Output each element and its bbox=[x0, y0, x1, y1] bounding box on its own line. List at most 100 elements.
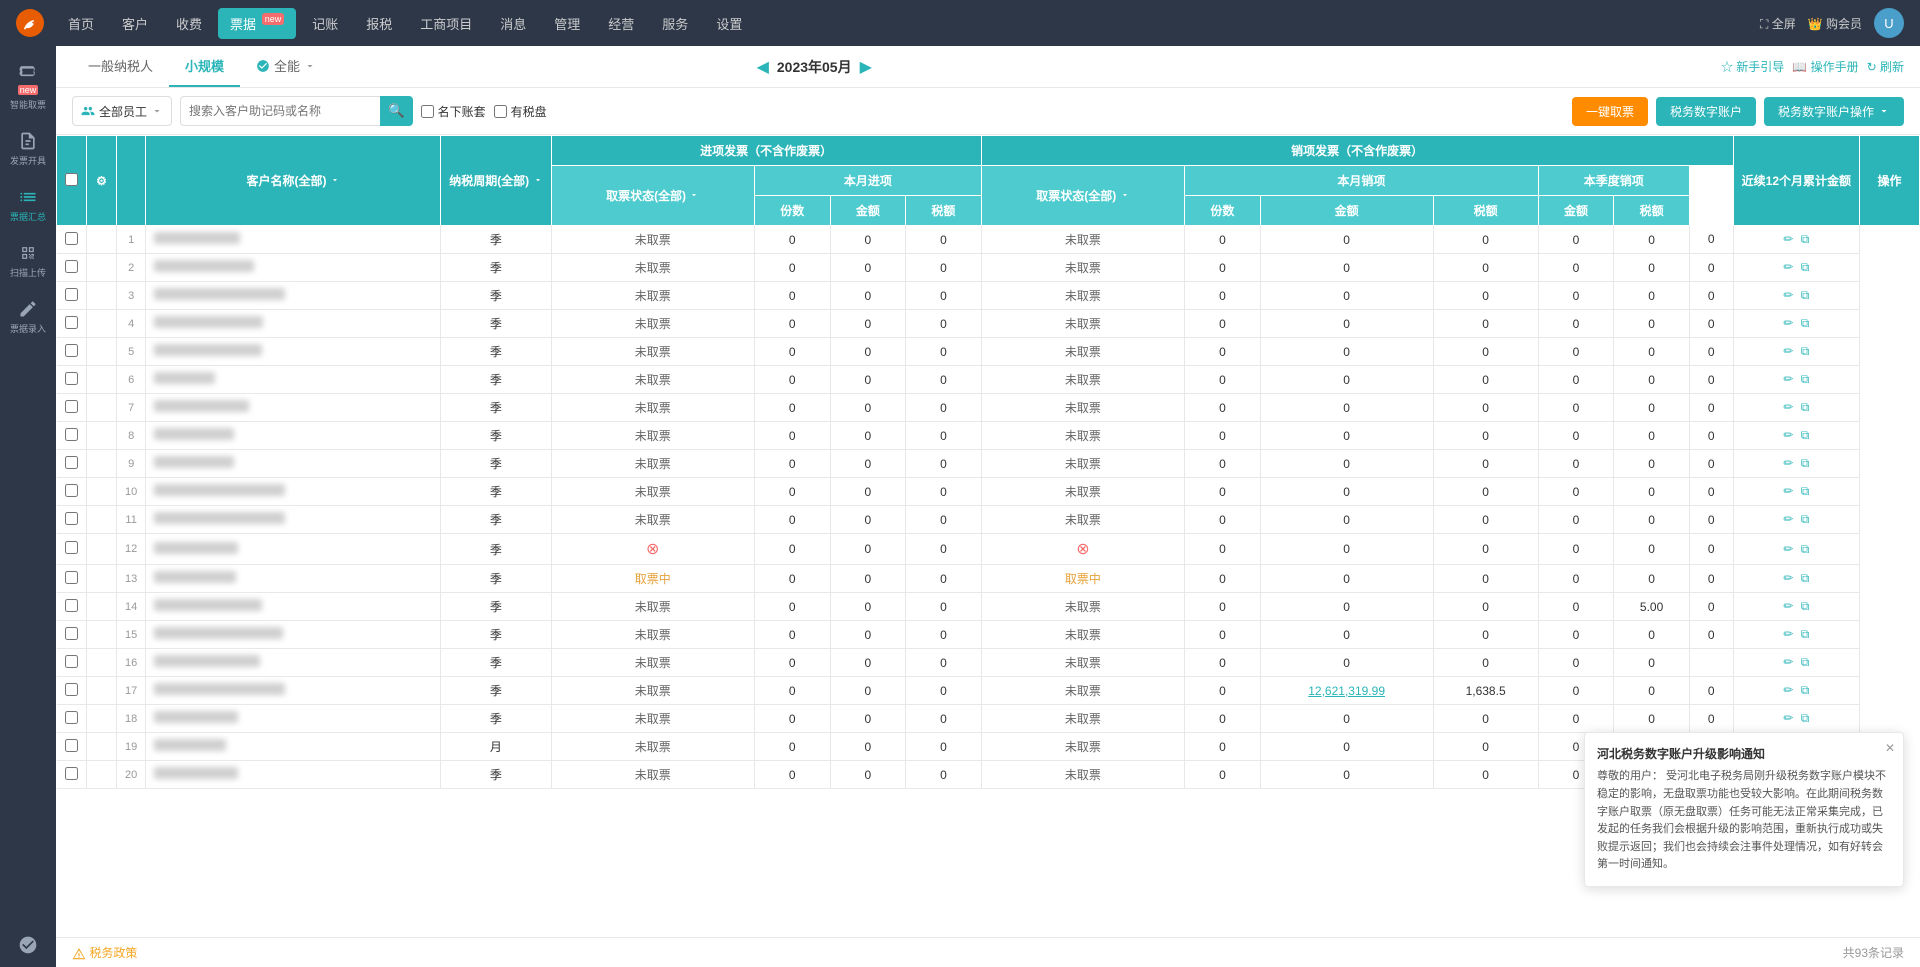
row-checkbox-cell[interactable] bbox=[57, 534, 87, 565]
copy-icon[interactable]: ⧉ bbox=[1801, 232, 1810, 246]
edit-icon[interactable]: ✏ bbox=[1783, 711, 1793, 725]
row-out-amount[interactable]: 12,621,319.99 bbox=[1260, 677, 1433, 705]
tax-digital-operations-btn[interactable]: 税务数字账户操作 bbox=[1764, 97, 1904, 126]
copy-icon[interactable]: ⧉ bbox=[1801, 711, 1810, 725]
row-name[interactable] bbox=[146, 761, 441, 789]
nav-item-service[interactable]: 服务 bbox=[650, 8, 700, 39]
new-guide-btn[interactable]: ☆ 新手引导 bbox=[1721, 58, 1784, 75]
row-name[interactable] bbox=[146, 310, 441, 338]
nav-item-fee[interactable]: 收费 bbox=[164, 8, 214, 39]
edit-icon[interactable]: ✏ bbox=[1783, 512, 1793, 526]
sidebar-item-summary[interactable]: 票据汇总 bbox=[0, 179, 56, 231]
row-name[interactable] bbox=[146, 422, 441, 450]
manual-btn[interactable]: 📖 操作手册 bbox=[1792, 58, 1858, 75]
edit-icon[interactable]: ✏ bbox=[1783, 288, 1793, 302]
row-name[interactable] bbox=[146, 621, 441, 649]
prev-period-btn[interactable]: ◀ bbox=[757, 57, 769, 77]
subledger-checkbox[interactable] bbox=[421, 105, 434, 118]
subledger-filter[interactable]: 名下账套 bbox=[421, 103, 486, 120]
notification-close-btn[interactable]: ✕ bbox=[1885, 741, 1895, 755]
edit-icon[interactable]: ✏ bbox=[1783, 232, 1793, 246]
nav-item-manage[interactable]: 管理 bbox=[542, 8, 592, 39]
nav-item-business[interactable]: 工商项目 bbox=[408, 8, 484, 39]
edit-icon[interactable]: ✏ bbox=[1783, 316, 1793, 330]
th-tax-period[interactable]: 纳税周期(全部) bbox=[441, 136, 551, 226]
row-checkbox-cell[interactable] bbox=[57, 338, 87, 366]
row-checkbox-cell[interactable] bbox=[57, 450, 87, 478]
th-in-status[interactable]: 取票状态(全部) bbox=[551, 166, 754, 226]
th-name[interactable]: 客户名称(全部) bbox=[146, 136, 441, 226]
sidebar-item-invoice-open[interactable]: 发票开具 bbox=[0, 123, 56, 175]
copy-icon[interactable]: ⧉ bbox=[1801, 627, 1810, 641]
taxdisk-filter[interactable]: 有税盘 bbox=[494, 103, 547, 120]
row-name[interactable] bbox=[146, 534, 441, 565]
one-click-ticket-btn[interactable]: 一键取票 bbox=[1572, 97, 1648, 126]
edit-icon[interactable]: ✏ bbox=[1783, 344, 1793, 358]
tax-digital-account-btn[interactable]: 税务数字账户 bbox=[1656, 97, 1756, 126]
row-name[interactable] bbox=[146, 366, 441, 394]
row-name[interactable] bbox=[146, 226, 441, 254]
row-name[interactable] bbox=[146, 338, 441, 366]
next-period-btn[interactable]: ▶ bbox=[860, 57, 872, 77]
row-checkbox-cell[interactable] bbox=[57, 705, 87, 733]
row-checkbox-cell[interactable] bbox=[57, 254, 87, 282]
nav-item-message[interactable]: 消息 bbox=[488, 8, 538, 39]
copy-icon[interactable]: ⧉ bbox=[1801, 655, 1810, 669]
copy-icon[interactable]: ⧉ bbox=[1801, 512, 1810, 526]
copy-icon[interactable]: ⧉ bbox=[1801, 288, 1810, 302]
copy-icon[interactable]: ⧉ bbox=[1801, 542, 1810, 556]
search-button[interactable]: 🔍 bbox=[380, 96, 413, 126]
row-checkbox-cell[interactable] bbox=[57, 226, 87, 254]
edit-icon[interactable]: ✏ bbox=[1783, 571, 1793, 585]
edit-icon[interactable]: ✏ bbox=[1783, 484, 1793, 498]
search-input[interactable] bbox=[180, 96, 380, 126]
edit-icon[interactable]: ✏ bbox=[1783, 372, 1793, 386]
row-checkbox-cell[interactable] bbox=[57, 733, 87, 761]
copy-icon[interactable]: ⧉ bbox=[1801, 372, 1810, 386]
copy-icon[interactable]: ⧉ bbox=[1801, 456, 1810, 470]
copy-icon[interactable]: ⧉ bbox=[1801, 344, 1810, 358]
row-name[interactable] bbox=[146, 450, 441, 478]
edit-icon[interactable]: ✏ bbox=[1783, 542, 1793, 556]
edit-icon[interactable]: ✏ bbox=[1783, 599, 1793, 613]
copy-icon[interactable]: ⧉ bbox=[1801, 260, 1810, 274]
edit-icon[interactable]: ✏ bbox=[1783, 655, 1793, 669]
tax-policy-link[interactable]: 税务政策 bbox=[72, 944, 137, 961]
taxdisk-checkbox[interactable] bbox=[494, 105, 507, 118]
row-name[interactable] bbox=[146, 478, 441, 506]
row-checkbox-cell[interactable] bbox=[57, 282, 87, 310]
row-checkbox-cell[interactable] bbox=[57, 761, 87, 789]
nav-item-invoice[interactable]: 票据 new bbox=[218, 8, 296, 39]
tab-general-taxpayer[interactable]: 一般纳税人 bbox=[72, 46, 169, 87]
copy-icon[interactable]: ⧉ bbox=[1801, 599, 1810, 613]
row-checkbox-cell[interactable] bbox=[57, 565, 87, 593]
row-name[interactable] bbox=[146, 282, 441, 310]
row-name[interactable] bbox=[146, 649, 441, 677]
tab-small-scale[interactable]: 小规模 bbox=[169, 46, 240, 87]
sidebar-item-entry[interactable]: 票据录入 bbox=[0, 291, 56, 343]
user-avatar[interactable]: U bbox=[1874, 8, 1904, 38]
sidebar-item-settings-bottom[interactable] bbox=[0, 927, 56, 967]
sidebar-item-scan[interactable]: 扫描上传 bbox=[0, 235, 56, 287]
row-checkbox-cell[interactable] bbox=[57, 310, 87, 338]
refresh-btn[interactable]: ↻ 刷新 bbox=[1867, 58, 1904, 75]
copy-icon[interactable]: ⧉ bbox=[1801, 316, 1810, 330]
nav-item-home[interactable]: 首页 bbox=[56, 8, 106, 39]
nav-item-settings[interactable]: 设置 bbox=[704, 8, 754, 39]
member-btn[interactable]: 👑 购会员 bbox=[1808, 15, 1862, 32]
row-checkbox-cell[interactable] bbox=[57, 677, 87, 705]
copy-icon[interactable]: ⧉ bbox=[1801, 683, 1810, 697]
row-name[interactable] bbox=[146, 254, 441, 282]
copy-icon[interactable]: ⧉ bbox=[1801, 571, 1810, 585]
row-checkbox-cell[interactable] bbox=[57, 621, 87, 649]
employee-filter[interactable]: 全部员工 bbox=[72, 96, 172, 126]
edit-icon[interactable]: ✏ bbox=[1783, 428, 1793, 442]
nav-item-tax[interactable]: 报税 bbox=[354, 8, 404, 39]
edit-icon[interactable]: ✏ bbox=[1783, 456, 1793, 470]
nav-item-accounting[interactable]: 记账 bbox=[300, 8, 350, 39]
nav-item-customer[interactable]: 客户 bbox=[110, 8, 160, 39]
edit-icon[interactable]: ✏ bbox=[1783, 627, 1793, 641]
tab-all-in-one[interactable]: 全能 bbox=[240, 46, 332, 87]
row-name[interactable] bbox=[146, 565, 441, 593]
th-out-status[interactable]: 取票状态(全部) bbox=[981, 166, 1184, 226]
